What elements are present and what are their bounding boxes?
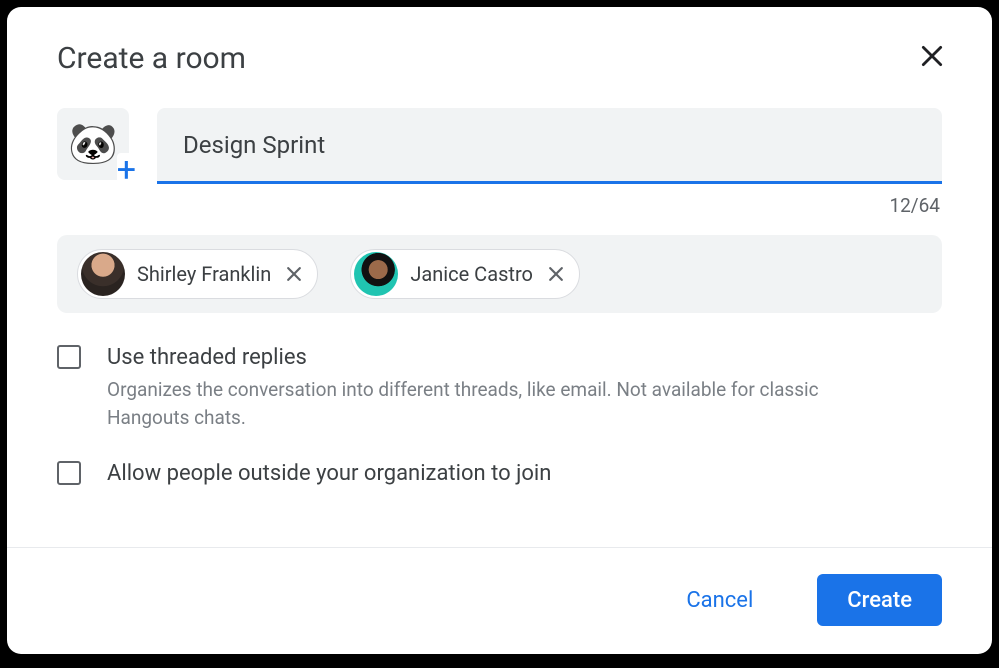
avatar xyxy=(81,252,125,296)
option-description: Organizes the conversation into differen… xyxy=(107,376,827,433)
option-text: Allow people outside your organization t… xyxy=(107,459,942,490)
person-chip[interactable]: Shirley Franklin xyxy=(77,249,318,299)
create-button[interactable]: Create xyxy=(817,574,942,626)
people-chip-area[interactable]: Shirley Franklin Janice Castro xyxy=(57,235,942,313)
remove-chip-button[interactable] xyxy=(545,263,567,285)
person-chip-label: Janice Castro xyxy=(408,262,535,286)
room-name-row: 🐼 + 12/64 xyxy=(7,76,992,217)
char-counter: 12/64 xyxy=(157,184,942,217)
close-icon xyxy=(919,43,945,69)
create-room-dialog: Create a room 🐼 + 12/64 Shirley Franklin… xyxy=(7,7,992,654)
person-chip-label: Shirley Franklin xyxy=(135,262,273,286)
threaded-replies-option: Use threaded replies Organizes the conve… xyxy=(57,343,942,433)
dialog-header: Create a room xyxy=(7,7,992,76)
threaded-replies-checkbox[interactable] xyxy=(57,345,81,369)
cancel-button[interactable]: Cancel xyxy=(656,574,783,626)
room-emoji-picker[interactable]: 🐼 + xyxy=(57,108,129,180)
panda-icon: 🐼 xyxy=(68,124,118,164)
option-label: Use threaded replies xyxy=(107,343,942,374)
avatar xyxy=(354,252,398,296)
dialog-footer: Cancel Create xyxy=(7,547,992,654)
room-name-input[interactable] xyxy=(157,108,942,184)
option-label: Allow people outside your organization t… xyxy=(107,459,942,490)
dialog-title: Create a room xyxy=(57,41,246,76)
options-section: Use threaded replies Organizes the conve… xyxy=(7,313,992,516)
option-text: Use threaded replies Organizes the conve… xyxy=(107,343,942,433)
external-join-option: Allow people outside your organization t… xyxy=(57,459,942,490)
external-join-checkbox[interactable] xyxy=(57,461,81,485)
close-button[interactable] xyxy=(918,42,946,70)
close-icon xyxy=(546,264,566,284)
plus-icon: + xyxy=(117,153,136,187)
room-name-field-wrap: 12/64 xyxy=(157,108,942,217)
close-icon xyxy=(284,264,304,284)
remove-chip-button[interactable] xyxy=(283,263,305,285)
person-chip[interactable]: Janice Castro xyxy=(350,249,580,299)
